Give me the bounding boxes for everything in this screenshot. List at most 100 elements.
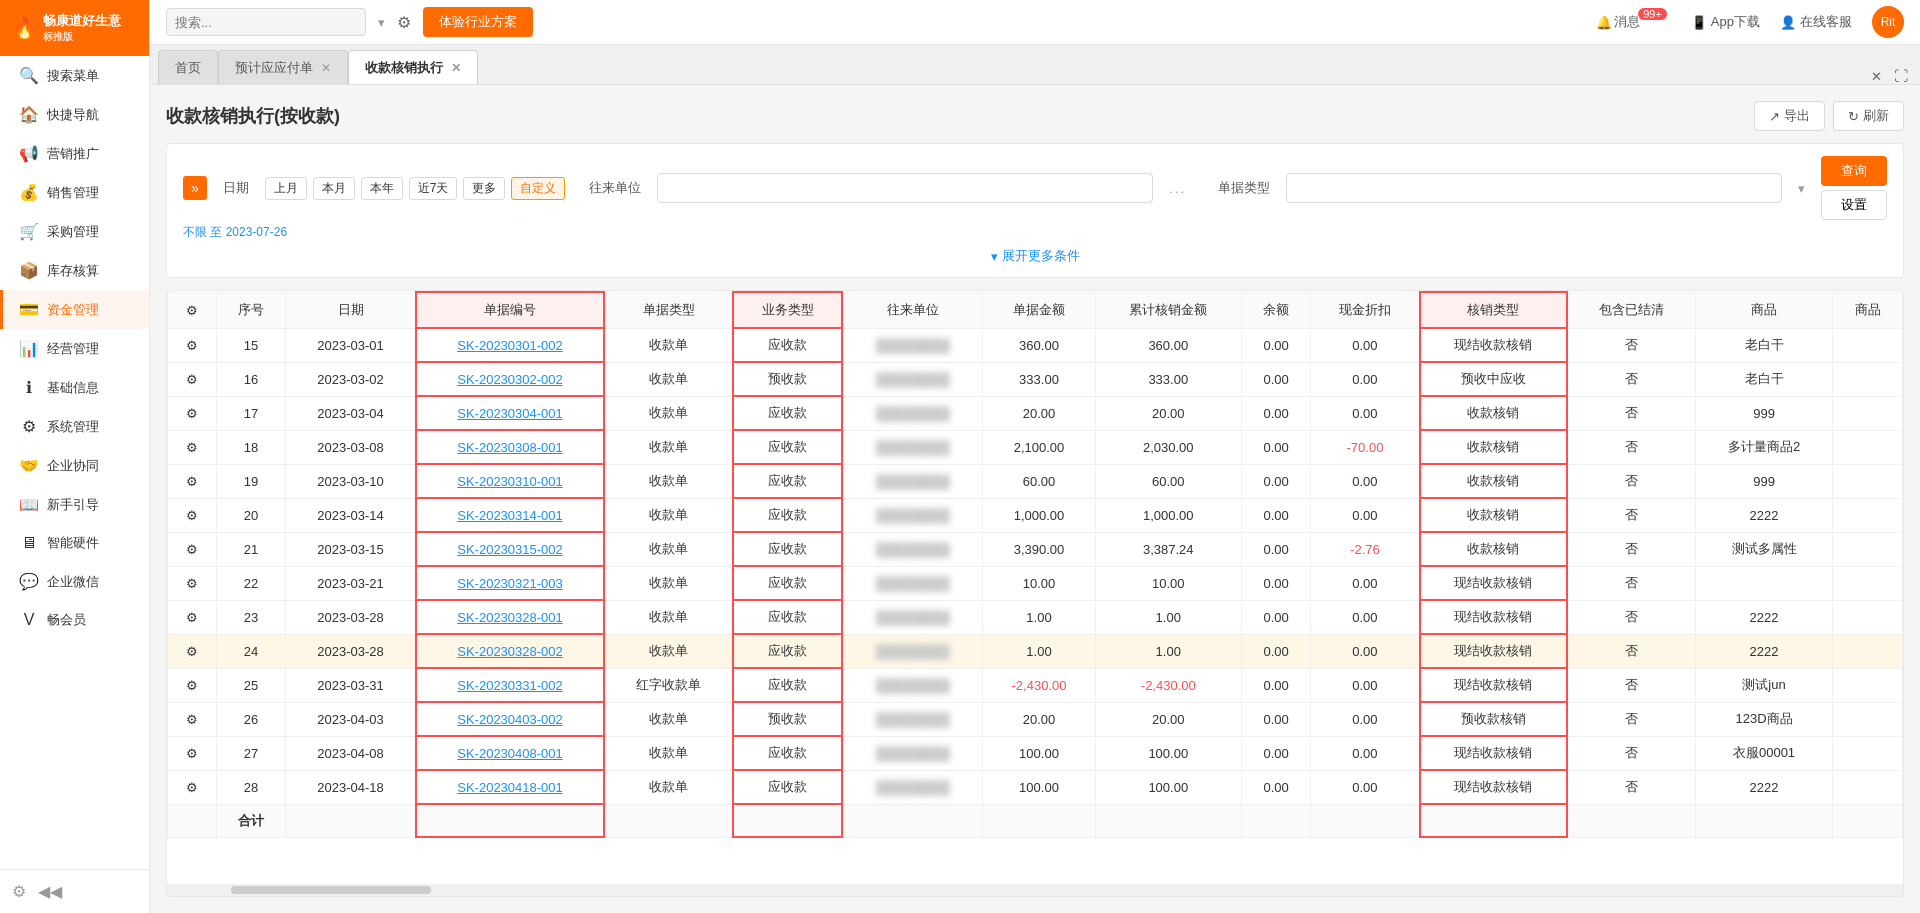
doc-no-link[interactable]: SK-20230314-001 [457, 508, 563, 523]
sidebar-item-member[interactable]: V畅会员 [0, 601, 149, 639]
cell-settings[interactable]: ⚙ [168, 328, 217, 362]
doc-no-link[interactable]: SK-20230328-001 [457, 610, 563, 625]
tab-tab3[interactable]: 收款核销执行✕ [348, 50, 478, 84]
query-button[interactable]: 查询 [1821, 156, 1887, 186]
cell-settings[interactable]: ⚙ [168, 600, 217, 634]
doc-no-link[interactable]: SK-20230301-002 [457, 338, 563, 353]
cell-doc_no[interactable]: SK-20230304-001 [416, 396, 604, 430]
gear-icon[interactable]: ⚙ [397, 13, 411, 32]
tab-tab2[interactable]: 预计应应付单✕ [218, 50, 348, 84]
col-header-settings[interactable]: ⚙ [168, 292, 217, 328]
this-month-btn[interactable]: 本月 [313, 177, 355, 200]
doc-no-link[interactable]: SK-20230308-001 [457, 440, 563, 455]
cell-doc_no[interactable]: SK-20230308-001 [416, 430, 604, 464]
export-button[interactable]: ↗ 导出 [1754, 101, 1825, 131]
sidebar-item-enterprise[interactable]: 🤝企业协同 [0, 446, 149, 485]
col-header-biz_type[interactable]: 业务类型 [733, 292, 842, 328]
col-header-discount[interactable]: 现金折扣 [1311, 292, 1420, 328]
col-header-cumulative[interactable]: 累计核销金额 [1095, 292, 1241, 328]
refresh-button[interactable]: ↻ 刷新 [1833, 101, 1904, 131]
cell-settings[interactable]: ⚙ [168, 430, 217, 464]
search-input[interactable] [166, 8, 366, 36]
col-header-date[interactable]: 日期 [286, 292, 416, 328]
col-header-counterparty[interactable]: 往来单位 [842, 292, 983, 328]
cell-doc_no[interactable]: SK-20230418-001 [416, 770, 604, 804]
table-wrapper[interactable]: ⚙序号日期单据编号单据类型业务类型往来单位单据金额累计核销金额余额现金折扣核销类… [167, 291, 1903, 884]
cell-settings[interactable]: ⚙ [168, 702, 217, 736]
doc-no-link[interactable]: SK-20230331-002 [457, 678, 563, 693]
dropdown-arrow[interactable]: ▾ [378, 15, 385, 30]
cell-settings[interactable]: ⚙ [168, 566, 217, 600]
sidebar-item-basic[interactable]: ℹ基础信息 [0, 368, 149, 407]
industry-solution-button[interactable]: 体验行业方案 [423, 7, 533, 37]
sidebar-item-system[interactable]: ⚙系统管理 [0, 407, 149, 446]
col-header-write_off_type[interactable]: 核销类型 [1420, 292, 1568, 328]
scrollbar-thumb[interactable] [231, 886, 431, 894]
last-7days-btn[interactable]: 近7天 [409, 177, 458, 200]
counterparty-input[interactable] [657, 173, 1153, 203]
cell-settings[interactable]: ⚙ [168, 668, 217, 702]
col-header-doc_amount[interactable]: 单据金额 [983, 292, 1095, 328]
custom-date-btn[interactable]: 自定义 [511, 177, 565, 200]
close-window-icon[interactable]: ✕ [1871, 69, 1882, 84]
cell-settings[interactable]: ⚙ [168, 498, 217, 532]
sidebar-item-purchase[interactable]: 🛒采购管理 [0, 212, 149, 251]
cell-settings[interactable]: ⚙ [168, 770, 217, 804]
cell-settings[interactable]: ⚙ [168, 362, 217, 396]
sidebar-item-finance[interactable]: 💳资金管理 [0, 290, 149, 329]
col-header-goods[interactable]: 商品 [1695, 292, 1833, 328]
user-avatar[interactable]: Rit [1872, 6, 1904, 38]
collapse-filter-btn[interactable]: » [183, 176, 207, 200]
cell-doc_no[interactable]: SK-20230301-002 [416, 328, 604, 362]
cell-doc_no[interactable]: SK-20230331-002 [416, 668, 604, 702]
sidebar-item-quick[interactable]: 🏠快捷导航 [0, 95, 149, 134]
cell-doc_no[interactable]: SK-20230408-001 [416, 736, 604, 770]
more-date-btn[interactable]: 更多 [463, 177, 505, 200]
sidebar-item-operation[interactable]: 📊经营管理 [0, 329, 149, 368]
cell-doc_no[interactable]: SK-20230328-002 [416, 634, 604, 668]
col-header-doc_no[interactable]: 单据编号 [416, 292, 604, 328]
tab-close-icon[interactable]: ✕ [321, 61, 331, 75]
cell-doc_no[interactable]: SK-20230310-001 [416, 464, 604, 498]
doc-no-link[interactable]: SK-20230304-001 [457, 406, 563, 421]
expand-filter-btn[interactable]: ▾ 展开更多条件 [183, 247, 1887, 265]
tab-close-icon[interactable]: ✕ [451, 61, 461, 75]
doc-type-input[interactable] [1286, 173, 1782, 203]
doc-no-link[interactable]: SK-20230302-002 [457, 372, 563, 387]
doc-no-link[interactable]: SK-20230315-002 [457, 542, 563, 557]
maximize-icon[interactable]: ⛶ [1894, 68, 1908, 84]
cell-doc_no[interactable]: SK-20230328-001 [416, 600, 604, 634]
app-download[interactable]: 📱 App下载 [1691, 13, 1760, 31]
cell-doc_no[interactable]: SK-20230302-002 [416, 362, 604, 396]
doc-no-link[interactable]: SK-20230403-002 [457, 712, 563, 727]
cell-settings[interactable]: ⚙ [168, 396, 217, 430]
cell-doc_no[interactable]: SK-20230315-002 [416, 532, 604, 566]
col-header-doc_type[interactable]: 单据类型 [604, 292, 733, 328]
col-header-include_settled[interactable]: 包含已结清 [1567, 292, 1695, 328]
online-service[interactable]: 👤 在线客服 [1780, 13, 1852, 31]
horizontal-scrollbar[interactable] [167, 884, 1903, 896]
cell-doc_no[interactable]: SK-20230403-002 [416, 702, 604, 736]
doc-type-dropdown-icon[interactable]: ▾ [1798, 181, 1805, 196]
doc-no-link[interactable]: SK-20230310-001 [457, 474, 563, 489]
sidebar-item-search[interactable]: 🔍搜索菜单 [0, 56, 149, 95]
message-area[interactable]: 🔔 消息 99+ [1596, 13, 1671, 31]
settings-icon[interactable]: ⚙ [12, 882, 26, 901]
sidebar-item-marketing[interactable]: 📢营销推广 [0, 134, 149, 173]
cell-settings[interactable]: ⚙ [168, 532, 217, 566]
tab-tab1[interactable]: 首页 [158, 50, 218, 84]
doc-no-link[interactable]: SK-20230418-001 [457, 780, 563, 795]
last-month-btn[interactable]: 上月 [265, 177, 307, 200]
sidebar-item-hardware[interactable]: 🖥智能硬件 [0, 524, 149, 562]
col-header-balance[interactable]: 余额 [1241, 292, 1310, 328]
this-year-btn[interactable]: 本年 [361, 177, 403, 200]
doc-no-link[interactable]: SK-20230408-001 [457, 746, 563, 761]
doc-no-link[interactable]: SK-20230328-002 [457, 644, 563, 659]
cell-settings[interactable]: ⚙ [168, 464, 217, 498]
cell-settings[interactable]: ⚙ [168, 736, 217, 770]
doc-no-link[interactable]: SK-20230321-003 [457, 576, 563, 591]
cell-doc_no[interactable]: SK-20230321-003 [416, 566, 604, 600]
cell-settings[interactable]: ⚙ [168, 634, 217, 668]
setting-button[interactable]: 设置 [1821, 190, 1887, 220]
sidebar-item-guide[interactable]: 📖新手引导 [0, 485, 149, 524]
